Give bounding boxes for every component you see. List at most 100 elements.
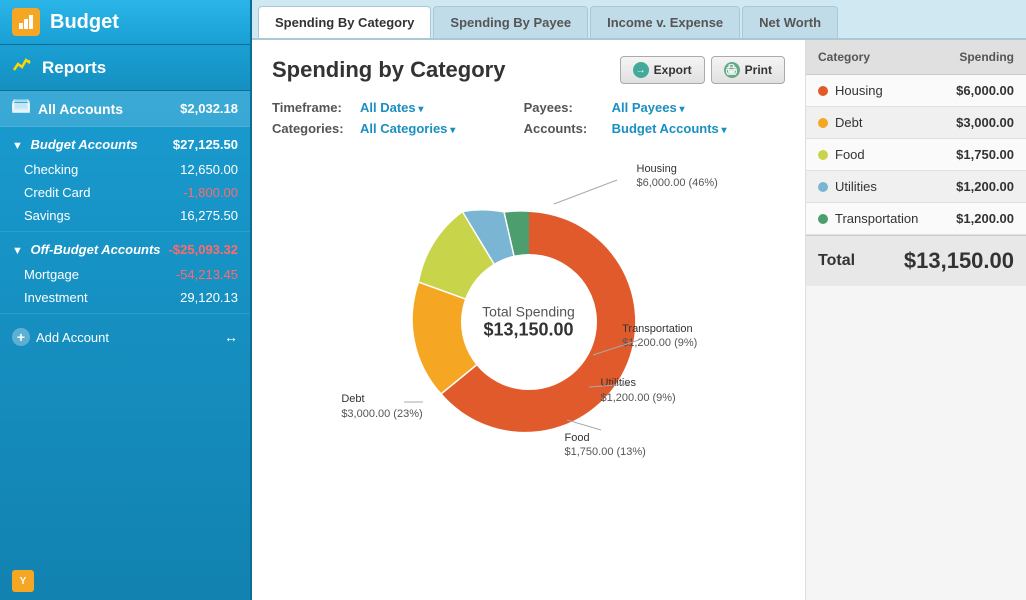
all-accounts-left: All Accounts bbox=[12, 99, 123, 118]
tab-spending-by-payee[interactable]: Spending By Payee bbox=[433, 6, 588, 38]
tab-income-vs-expense[interactable]: Income v. Expense bbox=[590, 6, 740, 38]
savings-amount: 16,275.50 bbox=[180, 208, 238, 223]
category-row[interactable]: Debt $3,000.00 bbox=[806, 107, 1026, 139]
all-accounts-amount: $2,032.18 bbox=[180, 101, 238, 116]
checking-row[interactable]: Checking 12,650.00 bbox=[0, 158, 250, 181]
tab-net-worth[interactable]: Net Worth bbox=[742, 6, 838, 38]
categories-label: Categories: bbox=[272, 121, 352, 136]
mortgage-row[interactable]: Mortgage -54,213.45 bbox=[0, 263, 250, 286]
payees-label: Payees: bbox=[524, 100, 604, 115]
tab-spending-by-category[interactable]: Spending By Category bbox=[258, 6, 431, 38]
print-icon: 🖨 bbox=[724, 62, 740, 78]
category-name: Housing bbox=[835, 83, 883, 98]
category-row[interactable]: Food $1,750.00 bbox=[806, 139, 1026, 171]
sidebar-item-reports[interactable]: Reports bbox=[0, 45, 250, 91]
chart-title: Spending by Category bbox=[272, 57, 505, 83]
add-account-label: Add Account bbox=[36, 330, 109, 345]
all-accounts-row[interactable]: All Accounts $2,032.18 bbox=[0, 91, 250, 127]
app-title: Budget bbox=[50, 11, 119, 34]
food-label: Food$1,750.00 (13%) bbox=[565, 431, 646, 460]
category-amount: $1,750.00 bbox=[956, 147, 1014, 162]
category-name: Transportation bbox=[835, 211, 918, 226]
ynab-logo: Y bbox=[12, 570, 34, 592]
timeframe-value[interactable]: All Dates bbox=[360, 100, 423, 115]
add-account-row[interactable]: + Add Account ↔ bbox=[0, 318, 250, 356]
category-left: Utilities bbox=[818, 179, 877, 194]
debt-label: Debt$3,000.00 (23%) bbox=[341, 392, 422, 421]
off-budget-collapse-icon: ▼ bbox=[12, 245, 23, 257]
off-budget-accounts-amount: -$25,093.32 bbox=[169, 242, 238, 257]
accounts-label: Accounts: bbox=[524, 121, 604, 136]
accounts-icon bbox=[12, 99, 30, 118]
category-amount: $6,000.00 bbox=[956, 83, 1014, 98]
category-row[interactable]: Housing $6,000.00 bbox=[806, 75, 1026, 107]
checking-name: Checking bbox=[24, 162, 78, 177]
mortgage-amount: -54,213.45 bbox=[176, 267, 238, 282]
budget-accounts-title: ▼ Budget Accounts bbox=[12, 137, 138, 152]
timeframe-filter: Timeframe: All Dates bbox=[272, 100, 514, 115]
investment-name: Investment bbox=[24, 290, 88, 305]
right-panel: Category Spending Housing $6,000.00 Debt… bbox=[806, 40, 1026, 600]
right-panel-header: Category Spending bbox=[806, 40, 1026, 75]
tabs-bar: Spending By Category Spending By Payee I… bbox=[252, 0, 1026, 40]
category-name: Debt bbox=[835, 115, 862, 130]
accounts-filter: Accounts: Budget Accounts bbox=[524, 121, 785, 136]
reports-label: Reports bbox=[42, 58, 106, 78]
resize-arrows-icon: ↔ bbox=[224, 329, 238, 345]
content-area: Spending by Category → Export 🖨 Print Ti… bbox=[252, 40, 1026, 600]
chart-container: Total Spending $13,150.00 Housing$6,000.… bbox=[272, 152, 785, 492]
checking-amount: 12,650.00 bbox=[180, 162, 238, 177]
utilities-label: Utilities$1,200.00 (9%) bbox=[601, 376, 676, 405]
savings-row[interactable]: Savings 16,275.50 bbox=[0, 204, 250, 227]
budget-accounts-amount: $27,125.50 bbox=[173, 137, 238, 152]
timeframe-label: Timeframe: bbox=[272, 100, 352, 115]
category-dot bbox=[818, 182, 828, 192]
export-button[interactable]: → Export bbox=[620, 56, 705, 84]
filters: Timeframe: All Dates Payees: All Payees … bbox=[272, 100, 785, 136]
housing-label: Housing$6,000.00 (46%) bbox=[637, 162, 718, 191]
category-dot bbox=[818, 86, 828, 96]
off-budget-accounts-header[interactable]: ▼ Off-Budget Accounts -$25,093.32 bbox=[0, 236, 250, 263]
credit-card-row[interactable]: Credit Card -1,800.00 bbox=[0, 181, 250, 204]
budget-accounts-group: ▼ Budget Accounts $27,125.50 Checking 12… bbox=[0, 127, 250, 232]
print-button[interactable]: 🖨 Print bbox=[711, 56, 785, 84]
all-accounts-label: All Accounts bbox=[38, 101, 123, 117]
donut-chart: Total Spending $13,150.00 Housing$6,000.… bbox=[349, 162, 709, 482]
category-name: Food bbox=[835, 147, 865, 162]
col-spending-header: Spending bbox=[959, 50, 1014, 64]
category-dot bbox=[818, 150, 828, 160]
col-category-header: Category bbox=[818, 50, 870, 64]
categories-list: Housing $6,000.00 Debt $3,000.00 Food $1… bbox=[806, 75, 1026, 235]
off-budget-accounts-group: ▼ Off-Budget Accounts -$25,093.32 Mortga… bbox=[0, 232, 250, 314]
category-left: Transportation bbox=[818, 211, 918, 226]
budget-accounts-header[interactable]: ▼ Budget Accounts $27,125.50 bbox=[0, 131, 250, 158]
mortgage-name: Mortgage bbox=[24, 267, 79, 282]
sidebar: Budget Reports All Accounts $2,032.18 bbox=[0, 0, 252, 600]
investment-row[interactable]: Investment 29,120.13 bbox=[0, 286, 250, 309]
budget-collapse-icon: ▼ bbox=[12, 140, 23, 152]
category-left: Housing bbox=[818, 83, 883, 98]
category-row[interactable]: Utilities $1,200.00 bbox=[806, 171, 1026, 203]
investment-amount: 29,120.13 bbox=[180, 290, 238, 305]
category-dot bbox=[818, 118, 828, 128]
transportation-label: Transportation$1,200.00 (9%) bbox=[622, 322, 697, 351]
category-dot bbox=[818, 214, 828, 224]
total-row: Total $13,150.00 bbox=[806, 235, 1026, 286]
budget-icon bbox=[12, 8, 40, 36]
chart-panel-header: Spending by Category → Export 🖨 Print bbox=[272, 56, 785, 84]
categories-value[interactable]: All Categories bbox=[360, 121, 455, 136]
category-row[interactable]: Transportation $1,200.00 bbox=[806, 203, 1026, 235]
chart-panel: Spending by Category → Export 🖨 Print Ti… bbox=[252, 40, 806, 600]
payees-value[interactable]: All Payees bbox=[612, 100, 685, 115]
sidebar-header: Budget bbox=[0, 0, 250, 45]
credit-card-name: Credit Card bbox=[24, 185, 90, 200]
total-amount: $13,150.00 bbox=[904, 248, 1014, 274]
credit-card-amount: -1,800.00 bbox=[183, 185, 238, 200]
add-icon: + bbox=[12, 328, 30, 346]
off-budget-accounts-title: ▼ Off-Budget Accounts bbox=[12, 242, 161, 257]
accounts-value[interactable]: Budget Accounts bbox=[612, 121, 727, 136]
chart-actions: → Export 🖨 Print bbox=[620, 56, 785, 84]
category-amount: $1,200.00 bbox=[956, 179, 1014, 194]
savings-name: Savings bbox=[24, 208, 70, 223]
add-account-button[interactable]: + Add Account bbox=[12, 328, 109, 346]
